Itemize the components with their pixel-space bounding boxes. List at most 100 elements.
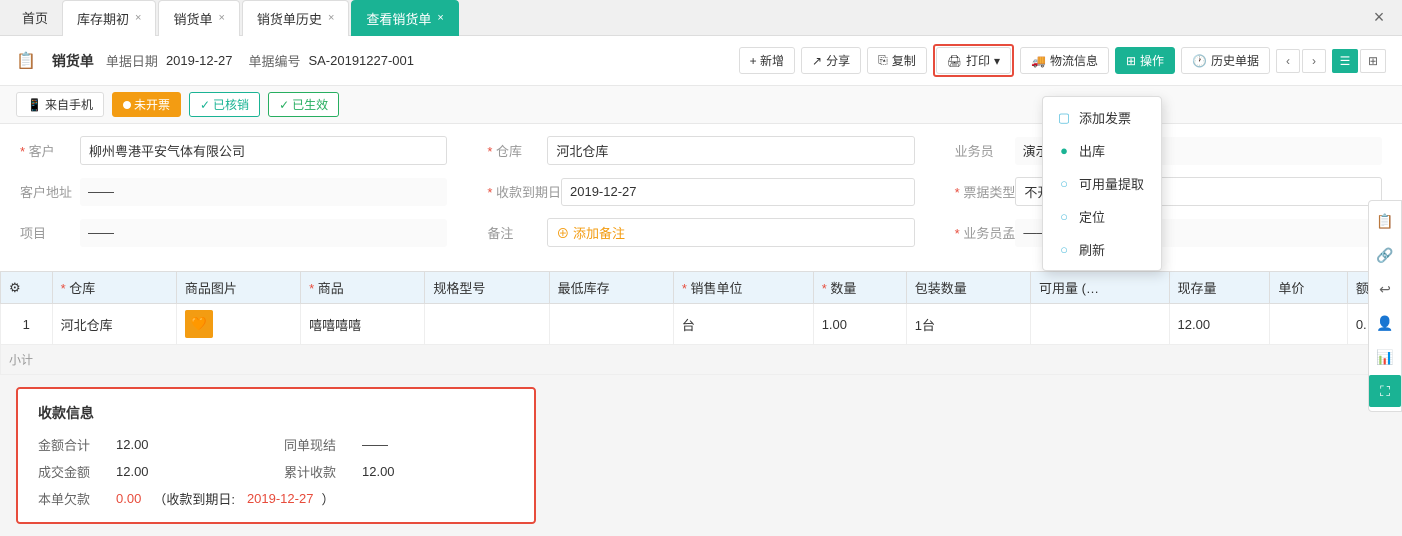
sidebar-icon-clipboard[interactable]: 📋 xyxy=(1369,205,1401,237)
form-num-label: 单据编号 SA-20191227-001 xyxy=(248,51,414,70)
dropdown-outstock[interactable]: ● 出库 xyxy=(1043,134,1161,167)
new-button[interactable]: + 新增 xyxy=(739,47,795,74)
td-unit-price xyxy=(1270,304,1347,345)
dropdown-available[interactable]: ○ 可用量提取 xyxy=(1043,167,1161,200)
cumulative-value: 12.00 xyxy=(362,464,395,479)
td-product: 嘻嘻嘻嘻 xyxy=(301,304,425,345)
effective-button[interactable]: ✓ 已生效 xyxy=(268,92,339,117)
outstock-label: 出库 xyxy=(1079,141,1105,160)
note-value[interactable]: ⊕ 添加备注 xyxy=(547,218,914,247)
tab-inventory[interactable]: 库存期初 × xyxy=(62,0,156,36)
warehouse-label: 仓库 xyxy=(487,141,547,160)
ticket-status-button[interactable]: 未开票 xyxy=(112,92,181,117)
owe-label: 本单欠款 xyxy=(38,489,108,508)
td-pack-qty: 1台 xyxy=(906,304,1030,345)
dropdown-refresh[interactable]: ○ 刷新 xyxy=(1043,233,1161,266)
th-warehouse: 仓库 xyxy=(52,272,176,304)
customer-value[interactable]: 柳州粤港平安气体有限公司 xyxy=(80,136,447,165)
logistics-icon: 🚚 xyxy=(1031,54,1046,68)
form-row-2: 客户地址 —— 收款到期日 2019-12-27 票据类型 不开票 xyxy=(20,177,1382,206)
total-value: 12.00 xyxy=(116,437,149,452)
tab-view-sales-close[interactable]: × xyxy=(437,12,443,24)
address-field: 客户地址 —— xyxy=(20,178,447,206)
add-invoice-label: 添加发票 xyxy=(1079,108,1131,127)
dropdown-locate[interactable]: ○ 定位 xyxy=(1043,200,1161,233)
th-pack-qty: 包装数量 xyxy=(906,272,1030,304)
operation-button[interactable]: ⊞ 操作 xyxy=(1115,47,1175,74)
payment-cumulative-row: 累计收款 12.00 xyxy=(284,462,514,481)
tab-bar: 首页 库存期初 × 销货单 × 销货单历史 × 查看销货单 × × xyxy=(0,0,1402,36)
tab-history[interactable]: 销货单历史 × xyxy=(242,0,349,36)
logistics-button[interactable]: 🚚 物流信息 xyxy=(1020,47,1109,74)
from-phone-button[interactable]: 📱 来自手机 xyxy=(16,92,104,117)
product-table-container: ⚙ 仓库 商品图片 商品 规格型号 最低库存 销售单位 数量 包装数量 可用量 … xyxy=(0,271,1402,375)
due-date-field: 收款到期日 2019-12-27 xyxy=(487,178,914,206)
warehouse-value[interactable]: 河北仓库 xyxy=(547,136,914,165)
locate-label: 定位 xyxy=(1079,207,1105,226)
th-model: 规格型号 xyxy=(425,272,549,304)
tab-sales[interactable]: 销货单 × xyxy=(158,0,239,36)
product-image: 🧡 xyxy=(185,310,213,338)
history-button[interactable]: 🕐 历史单据 xyxy=(1181,47,1270,74)
th-unit-price: 单价 xyxy=(1270,272,1347,304)
th-min-stock: 最低库存 xyxy=(549,272,673,304)
tab-inventory-close[interactable]: × xyxy=(135,12,141,24)
payment-total-row: 金额合计 12.00 xyxy=(38,435,268,454)
customer-field: 客户 柳州粤港平安气体有限公司 xyxy=(20,136,447,165)
staff2-label: 业务员孟 xyxy=(955,223,1016,242)
confirm-button[interactable]: ✓ 已核销 xyxy=(189,92,260,117)
form-meta: 单据日期 2019-12-27 单据编号 SA-20191227-001 xyxy=(106,51,414,70)
ticket-label: 票据类型 xyxy=(955,182,1016,201)
view-grid-btn[interactable]: ⊞ xyxy=(1360,49,1386,73)
history-icon: 🕐 xyxy=(1192,54,1207,68)
available-label: 可用量提取 xyxy=(1079,174,1144,193)
copy-icon: ⎘ xyxy=(878,53,888,68)
tab-view-sales[interactable]: 查看销货单 × xyxy=(351,0,458,36)
sidebar-icon-link[interactable]: 🔗 xyxy=(1369,239,1401,271)
sidebar-icon-expand[interactable]: ⛶ xyxy=(1369,375,1401,407)
payment-same-order-row: 同单现结 —— xyxy=(284,435,514,454)
th-setting[interactable]: ⚙ xyxy=(1,272,53,304)
address-value: —— xyxy=(80,178,447,206)
phone-icon: 📱 xyxy=(27,98,42,112)
due-date-label: 收款到期日 xyxy=(487,182,561,201)
copy-button[interactable]: ⎘ 复制 xyxy=(867,47,927,74)
td-current-qty: 12.00 xyxy=(1169,304,1270,345)
outstock-icon: ● xyxy=(1057,144,1071,158)
project-value: —— xyxy=(80,219,447,247)
address-label: 客户地址 xyxy=(20,182,80,201)
tab-sales-label: 销货单 xyxy=(173,9,212,28)
form-icon: 📋 xyxy=(16,51,36,71)
same-order-value: —— xyxy=(362,437,388,452)
tab-history-close[interactable]: × xyxy=(328,12,334,24)
share-button[interactable]: ↗ 分享 xyxy=(801,47,861,74)
next-arrow[interactable]: › xyxy=(1302,49,1326,73)
tab-history-label: 销货单历史 xyxy=(257,9,322,28)
owe-value: 0.00 xyxy=(116,491,141,506)
table-subtotal-row: 小计 xyxy=(1,345,1402,375)
print-button[interactable]: 🖨 打印 ▾ xyxy=(936,47,1011,74)
view-toggle: ☰ ⊞ xyxy=(1332,49,1386,73)
sidebar-icon-return[interactable]: ↩ xyxy=(1369,273,1401,305)
subtotal-label: 小计 xyxy=(1,345,1402,375)
sidebar-icon-user[interactable]: 👤 xyxy=(1369,307,1401,339)
tab-sales-close[interactable]: × xyxy=(218,12,224,24)
th-qty: 数量 xyxy=(813,272,906,304)
add-note-button[interactable]: ⊕ 添加备注 xyxy=(556,223,625,242)
payment-owe-row: 本单欠款 0.00 （收款到期日: 2019-12-27 ） xyxy=(38,489,514,508)
owe-end: ） xyxy=(321,489,334,508)
prev-arrow[interactable]: ‹ xyxy=(1276,49,1300,73)
note-field: 备注 ⊕ 添加备注 xyxy=(487,218,914,247)
window-close-button[interactable]: × xyxy=(1364,3,1394,33)
due-date-value[interactable]: 2019-12-27 xyxy=(561,178,915,206)
view-list-btn[interactable]: ☰ xyxy=(1332,49,1358,73)
operation-dropdown: ▢ 添加发票 ● 出库 ○ 可用量提取 ○ 定位 ○ 刷新 xyxy=(1042,96,1162,271)
th-available: 可用量 (… xyxy=(1031,272,1170,304)
dropdown-add-invoice[interactable]: ▢ 添加发票 xyxy=(1043,101,1161,134)
td-warehouse: 河北仓库 xyxy=(52,304,176,345)
available-icon: ○ xyxy=(1057,177,1071,191)
locate-icon: ○ xyxy=(1057,210,1071,224)
form-title-area: 📋 销货单 单据日期 2019-12-27 单据编号 SA-20191227-0… xyxy=(16,51,414,71)
tab-home[interactable]: 首页 xyxy=(8,0,62,36)
sidebar-icon-chart[interactable]: 📊 xyxy=(1369,341,1401,373)
